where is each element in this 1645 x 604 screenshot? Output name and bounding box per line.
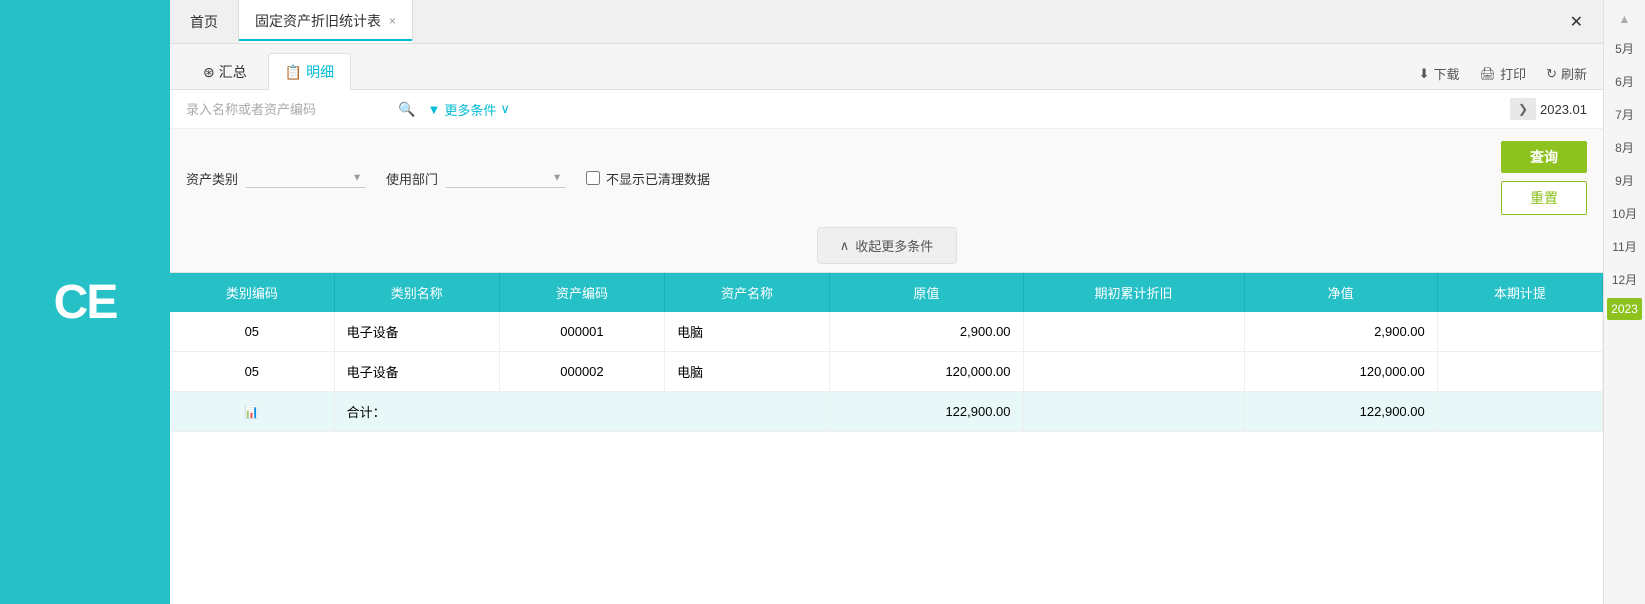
cell-acc-dep bbox=[1023, 312, 1244, 352]
cell-cat-name: 电子设备 bbox=[334, 312, 499, 352]
more-filters-button[interactable]: ▼ 更多条件 ∨ bbox=[427, 100, 509, 119]
detail-icon: 📋 bbox=[285, 64, 302, 81]
query-btn-group: 查询 重置 bbox=[1501, 141, 1587, 215]
month-8[interactable]: 8月 bbox=[1611, 133, 1638, 162]
month-12[interactable]: 12月 bbox=[1608, 265, 1641, 294]
reset-button[interactable]: 重置 bbox=[1501, 181, 1587, 215]
tab-summary[interactable]: ⊛ 汇总 bbox=[186, 53, 264, 90]
month-7[interactable]: 7月 bbox=[1611, 100, 1638, 129]
asset-category-select[interactable] bbox=[246, 168, 366, 188]
filter-row: 资产类别 ▼ 使用部门 ▼ 不显示已清理数 bbox=[186, 141, 1587, 215]
tab-close-icon[interactable]: × bbox=[389, 14, 396, 28]
asset-category-field: 资产类别 ▼ bbox=[186, 168, 366, 188]
tab-home[interactable]: 首页 bbox=[170, 0, 239, 43]
cell-cat-code: 05 bbox=[170, 312, 334, 352]
summary-net-value: 122,900.00 bbox=[1244, 392, 1437, 432]
data-table: 类别编码 类别名称 资产编码 资产名称 原值 期初累计折旧 净值 本期计提 05… bbox=[170, 273, 1603, 432]
summary-label: 合计： bbox=[334, 392, 830, 432]
download-icon: ⬇ bbox=[1419, 66, 1430, 82]
col-net-value: 净值 bbox=[1244, 273, 1437, 312]
month-5[interactable]: 5月 bbox=[1611, 34, 1638, 63]
cell-asset-name: 电脑 bbox=[665, 352, 830, 392]
chevron-down-icon: ∨ bbox=[500, 101, 510, 117]
data-table-container: 类别编码 类别名称 资产编码 资产名称 原值 期初累计折旧 净值 本期计提 05… bbox=[170, 273, 1603, 604]
print-icon: 🖨 bbox=[1480, 66, 1497, 82]
tab-bar: 首页 固定资产折旧统计表 × ✕ bbox=[170, 0, 1603, 44]
toolbar-actions: ⬇ 下载 🖨 打印 ↻ 刷新 bbox=[1419, 64, 1587, 89]
date-prev-button[interactable]: ❯ bbox=[1510, 98, 1536, 120]
summary-icon-cell: 📊 bbox=[170, 392, 334, 432]
cell-current bbox=[1437, 352, 1602, 392]
cell-asset-code: 000001 bbox=[499, 312, 664, 352]
print-button[interactable]: 🖨 打印 bbox=[1480, 64, 1527, 83]
year-current[interactable]: 2023 bbox=[1607, 298, 1642, 320]
summary-current bbox=[1437, 392, 1602, 432]
refresh-button[interactable]: ↻ 刷新 bbox=[1546, 64, 1587, 83]
hide-cleared-label: 不显示已清理数据 bbox=[606, 169, 710, 188]
table-row: 05 电子设备 000002 电脑 120,000.00 120,000.00 bbox=[170, 352, 1603, 392]
table-header-row: 类别编码 类别名称 资产编码 资产名称 原值 期初累计折旧 净值 本期计提 bbox=[170, 273, 1603, 312]
col-asset-name: 资产名称 bbox=[665, 273, 830, 312]
search-bar: 🔍 ▼ 更多条件 ∨ ❯ 2023.01 bbox=[170, 90, 1603, 129]
hide-cleared-field: 不显示已清理数据 bbox=[586, 169, 710, 188]
month-11[interactable]: 11月 bbox=[1608, 232, 1640, 261]
collapse-filters-button[interactable]: ∧ 收起更多条件 bbox=[817, 227, 957, 264]
refresh-icon: ↻ bbox=[1546, 66, 1557, 82]
col-category-name: 类别名称 bbox=[334, 273, 499, 312]
month-6[interactable]: 6月 bbox=[1611, 67, 1638, 96]
col-original-value: 原值 bbox=[830, 273, 1023, 312]
summary-original-value: 122,900.00 bbox=[830, 392, 1023, 432]
search-icon[interactable]: 🔍 bbox=[398, 101, 415, 118]
tab-active[interactable]: 固定资产折旧统计表 × bbox=[239, 0, 413, 43]
cell-original-value: 2,900.00 bbox=[830, 312, 1023, 352]
window-close-button[interactable]: ✕ bbox=[1550, 12, 1603, 32]
col-asset-code: 资产编码 bbox=[499, 273, 664, 312]
cell-asset-code: 000002 bbox=[499, 352, 664, 392]
table-summary-row: 📊 合计： 122,900.00 122,900.00 bbox=[170, 392, 1603, 432]
cell-cat-code: 05 bbox=[170, 352, 334, 392]
scroll-up-button[interactable]: ▲ bbox=[1615, 8, 1635, 30]
filter-icon: ▼ bbox=[427, 102, 440, 117]
summary-icon: 📊 bbox=[244, 405, 259, 419]
department-label: 使用部门 bbox=[386, 169, 438, 188]
query-button[interactable]: 查询 bbox=[1501, 141, 1587, 173]
summary-acc-dep bbox=[1023, 392, 1244, 432]
cell-cat-name: 电子设备 bbox=[334, 352, 499, 392]
search-input[interactable] bbox=[186, 102, 386, 117]
cell-acc-dep bbox=[1023, 352, 1244, 392]
month-9[interactable]: 9月 bbox=[1611, 166, 1638, 195]
chevron-up-icon: ∧ bbox=[840, 238, 850, 254]
asset-category-label: 资产类别 bbox=[186, 169, 238, 188]
col-category-code: 类别编码 bbox=[170, 273, 334, 312]
month-10[interactable]: 10月 bbox=[1608, 199, 1641, 228]
date-display: 2023.01 bbox=[1540, 102, 1587, 117]
col-accumulated-depreciation: 期初累计折旧 bbox=[1023, 273, 1244, 312]
right-panel: ▲ 5月 6月 7月 8月 9月 10月 11月 12月 2023 bbox=[1603, 0, 1645, 604]
cell-net-value: 120,000.00 bbox=[1244, 352, 1437, 392]
logo-text: CE bbox=[54, 275, 117, 330]
cell-original-value: 120,000.00 bbox=[830, 352, 1023, 392]
sub-tab-bar: ⊛ 汇总 📋 明细 ⬇ 下载 🖨 打印 ↻ 刷新 bbox=[170, 44, 1603, 90]
cell-current bbox=[1437, 312, 1602, 352]
department-select[interactable] bbox=[446, 168, 566, 188]
department-field: 使用部门 ▼ bbox=[386, 168, 566, 188]
hide-cleared-checkbox[interactable] bbox=[586, 171, 600, 185]
filter-panel: 资产类别 ▼ 使用部门 ▼ 不显示已清理数 bbox=[170, 129, 1603, 273]
cell-asset-name: 电脑 bbox=[665, 312, 830, 352]
tab-detail[interactable]: 📋 明细 bbox=[268, 53, 351, 90]
download-button[interactable]: ⬇ 下载 bbox=[1419, 64, 1460, 83]
col-current-period: 本期计提 bbox=[1437, 273, 1602, 312]
logo: CE bbox=[0, 0, 170, 604]
table-row: 05 电子设备 000001 电脑 2,900.00 2,900.00 bbox=[170, 312, 1603, 352]
cell-net-value: 2,900.00 bbox=[1244, 312, 1437, 352]
summary-icon: ⊛ bbox=[203, 64, 215, 81]
